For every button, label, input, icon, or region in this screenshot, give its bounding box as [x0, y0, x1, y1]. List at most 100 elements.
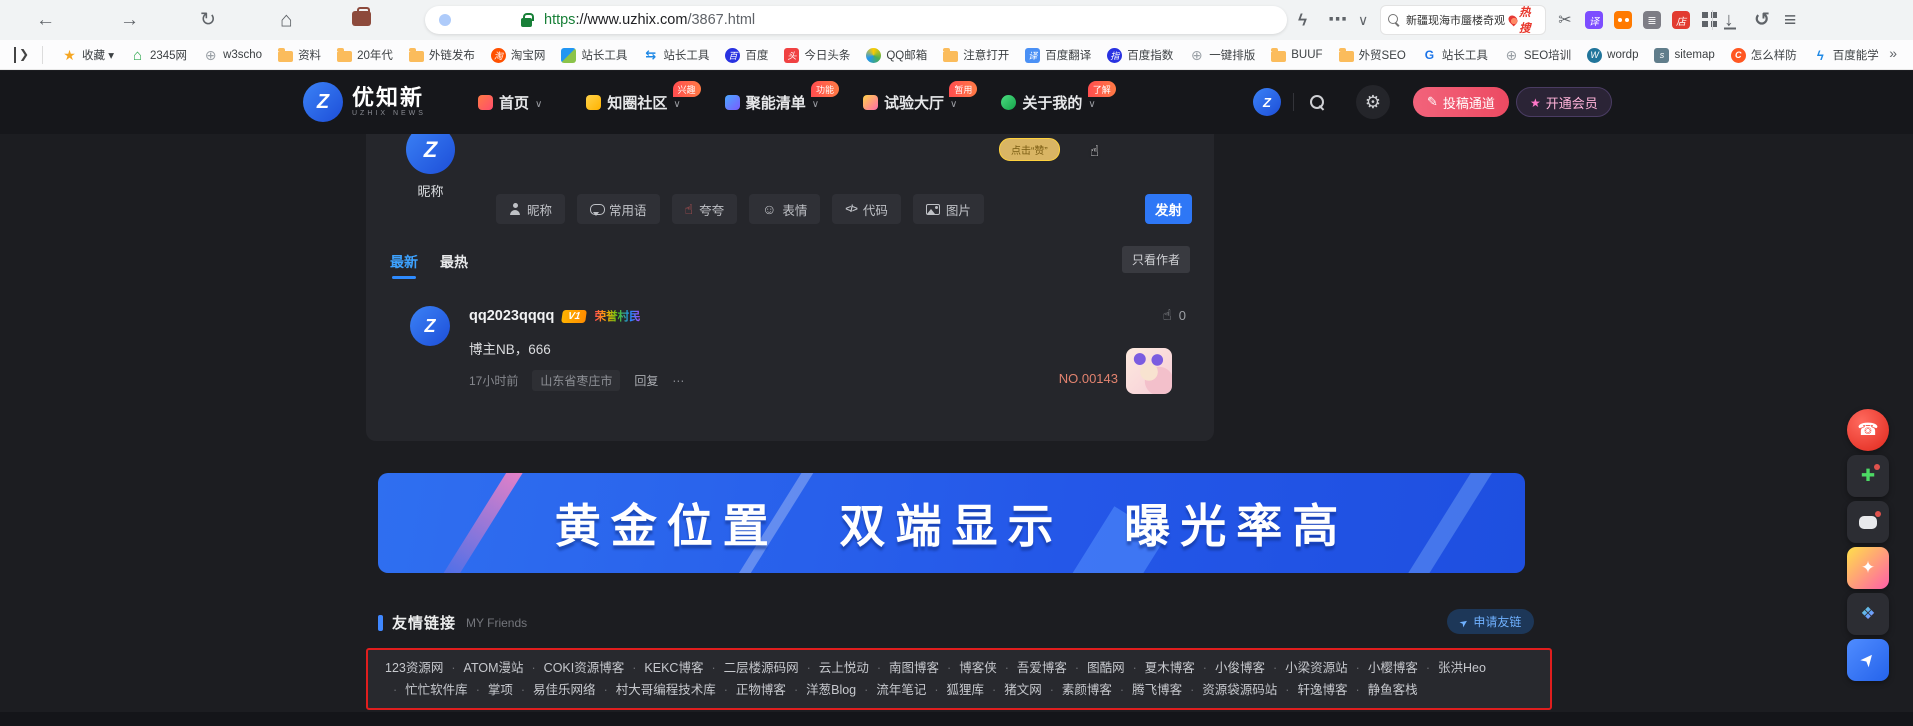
- bookmark-item[interactable]: C 怎么样防: [1723, 43, 1805, 67]
- tab-hottest[interactable]: 最热: [440, 252, 468, 272]
- address-bar[interactable]: https://www.uzhix.com/3867.html: [425, 6, 1287, 34]
- friend-link[interactable]: 村大哥编程技术库: [596, 679, 716, 701]
- friend-link[interactable]: 博客侠: [939, 657, 997, 679]
- ssl-lock-icon[interactable]: [521, 12, 534, 27]
- floor-avatar-image[interactable]: [1126, 348, 1172, 394]
- reload-button[interactable]: [200, 11, 216, 30]
- bookmark-item[interactable]: 百 百度: [717, 43, 776, 67]
- bookmark-item[interactable]: 指 百度指数: [1099, 43, 1181, 67]
- friend-link[interactable]: 腾飞博客: [1112, 679, 1182, 701]
- friend-link[interactable]: COKI资源博客: [524, 657, 625, 679]
- friend-link[interactable]: 猪文网: [984, 679, 1042, 701]
- friend-link[interactable]: 掌项: [468, 679, 513, 701]
- editor-tool-button[interactable]: 夸夸: [671, 194, 738, 224]
- friend-link[interactable]: 云上悦动: [799, 657, 869, 679]
- friend-link[interactable]: 忙忙软件库: [385, 679, 468, 701]
- editor-tool-button[interactable]: 图片: [912, 194, 984, 224]
- editor-tool-button[interactable]: 常用语: [577, 194, 660, 224]
- float-button-theme[interactable]: ✦: [1847, 547, 1889, 589]
- send-button[interactable]: 发射: [1145, 194, 1192, 224]
- friend-link[interactable]: ATOM漫站: [443, 657, 524, 679]
- chevron-down-icon[interactable]: [1358, 13, 1368, 27]
- float-button-top[interactable]: ➤: [1847, 639, 1889, 681]
- friend-link[interactable]: 狐狸库: [926, 679, 985, 701]
- hot-search-box[interactable]: 新疆现海市蜃楼奇观 热搜: [1380, 5, 1546, 35]
- apply-friend-link-button[interactable]: 申请友链: [1447, 609, 1535, 634]
- friend-link[interactable]: 小樱博客: [1348, 657, 1418, 679]
- author-only-button[interactable]: 只看作者: [1121, 246, 1190, 273]
- bookmark-item[interactable]: w3scho: [195, 43, 270, 67]
- friend-link[interactable]: KEKC博客: [624, 657, 703, 679]
- bookmark-item[interactable]: 站长工具: [553, 43, 635, 67]
- bookmark-item[interactable]: 站长工具: [635, 43, 717, 67]
- sidebar-toggle-icon[interactable]: [14, 47, 30, 63]
- bookmark-item[interactable]: 译 百度翻译: [1017, 43, 1099, 67]
- undo-icon[interactable]: [1754, 11, 1770, 30]
- nav-item[interactable]: 首页: [478, 92, 546, 113]
- comment-username[interactable]: qq2023qqqq: [469, 308, 554, 324]
- friend-link[interactable]: 123资源网: [385, 657, 443, 679]
- float-button-add[interactable]: ✚: [1847, 455, 1889, 497]
- tab-newest[interactable]: 最新: [390, 252, 418, 279]
- friend-link[interactable]: 轩逸博客: [1277, 679, 1347, 701]
- reply-button[interactable]: 回复: [634, 372, 658, 389]
- float-button-service[interactable]: ☎: [1847, 409, 1889, 451]
- home-button[interactable]: [280, 10, 293, 31]
- bookmark-item[interactable]: s sitemap: [1646, 43, 1722, 67]
- comment-avatar[interactable]: Z: [410, 306, 450, 346]
- bookmark-item[interactable]: 2345网: [122, 43, 195, 67]
- vip-button[interactable]: 开通会员: [1516, 87, 1612, 117]
- friend-link[interactable]: 正物博客: [716, 679, 786, 701]
- nav-item[interactable]: 关于我的 了解: [1001, 81, 1116, 113]
- editor-tool-button[interactable]: 代码: [832, 194, 901, 224]
- bookmark-item[interactable]: 资料: [270, 43, 329, 67]
- shop-icon[interactable]: 店: [1672, 11, 1690, 29]
- bookmark-item[interactable]: 一键排版: [1181, 43, 1263, 67]
- menu-icon[interactable]: [1784, 10, 1796, 31]
- friend-link[interactable]: 静鱼客栈: [1347, 679, 1418, 701]
- friend-link[interactable]: 小俊博客: [1195, 657, 1265, 679]
- bookmark-item[interactable]: 外链发布: [401, 43, 483, 67]
- bookmark-item[interactable]: 收藏 ▾: [54, 43, 122, 67]
- submit-post-button[interactable]: 投稿通道: [1413, 87, 1509, 117]
- bookmark-item[interactable]: QQ邮箱: [858, 43, 935, 67]
- bookmark-item[interactable]: 百度能学: [1805, 43, 1887, 67]
- friend-link[interactable]: 图酷网: [1067, 657, 1125, 679]
- editor-tool-button[interactable]: 表情: [749, 194, 821, 224]
- apps-grid-icon[interactable]: [1701, 11, 1719, 29]
- friend-link[interactable]: 吾爱博客: [997, 657, 1067, 679]
- bookmark-item[interactable]: 20年代: [329, 43, 401, 67]
- friend-link[interactable]: 流年笔记: [856, 679, 926, 701]
- friend-link[interactable]: 张洪Heo: [1418, 657, 1486, 679]
- friend-link[interactable]: 南图博客: [869, 657, 939, 679]
- notebook-icon[interactable]: ≣: [1643, 11, 1661, 29]
- like-button[interactable]: 0: [1163, 306, 1186, 324]
- bookmark-item[interactable]: 淘 淘宝网: [483, 43, 554, 67]
- bookmark-item[interactable]: BUUF: [1263, 43, 1330, 67]
- float-button-message[interactable]: [1847, 501, 1889, 543]
- friend-link[interactable]: 小梁资源站: [1265, 657, 1348, 679]
- bookmark-item[interactable]: W wordp: [1579, 43, 1646, 67]
- forward-button[interactable]: [120, 11, 139, 30]
- bookmarks-overflow[interactable]: »: [1889, 45, 1897, 61]
- friend-link[interactable]: 易佳乐网络: [513, 679, 596, 701]
- nav-item[interactable]: 聚能清单 功能: [724, 81, 840, 113]
- more-extensions-icon[interactable]: [1328, 11, 1347, 30]
- download-icon[interactable]: [1724, 11, 1736, 30]
- friend-link[interactable]: 二层楼源码网: [703, 657, 799, 679]
- gear-icon[interactable]: [1356, 85, 1390, 119]
- editor-tool-button[interactable]: 昵称: [496, 194, 566, 224]
- back-button[interactable]: [36, 11, 55, 30]
- briefcase-extension-icon[interactable]: [352, 7, 371, 26]
- friend-link[interactable]: 夏木博客: [1125, 657, 1195, 679]
- friend-link[interactable]: 洋葱Blog: [786, 679, 856, 701]
- bookmark-item[interactable]: 外贸SEO: [1331, 43, 1414, 67]
- game-icon[interactable]: [1614, 11, 1632, 29]
- screenshot-icon[interactable]: ✂: [1556, 11, 1574, 29]
- translate-icon[interactable]: 译: [1585, 11, 1603, 29]
- friend-link[interactable]: 素颜博客: [1042, 679, 1112, 701]
- ad-banner[interactable]: 黄金位置 双端显示 曝光率高: [378, 473, 1525, 573]
- float-button-skin[interactable]: ❖: [1847, 593, 1889, 635]
- user-avatar[interactable]: Z: [1253, 88, 1281, 116]
- more-actions-button[interactable]: ⋯: [672, 374, 686, 388]
